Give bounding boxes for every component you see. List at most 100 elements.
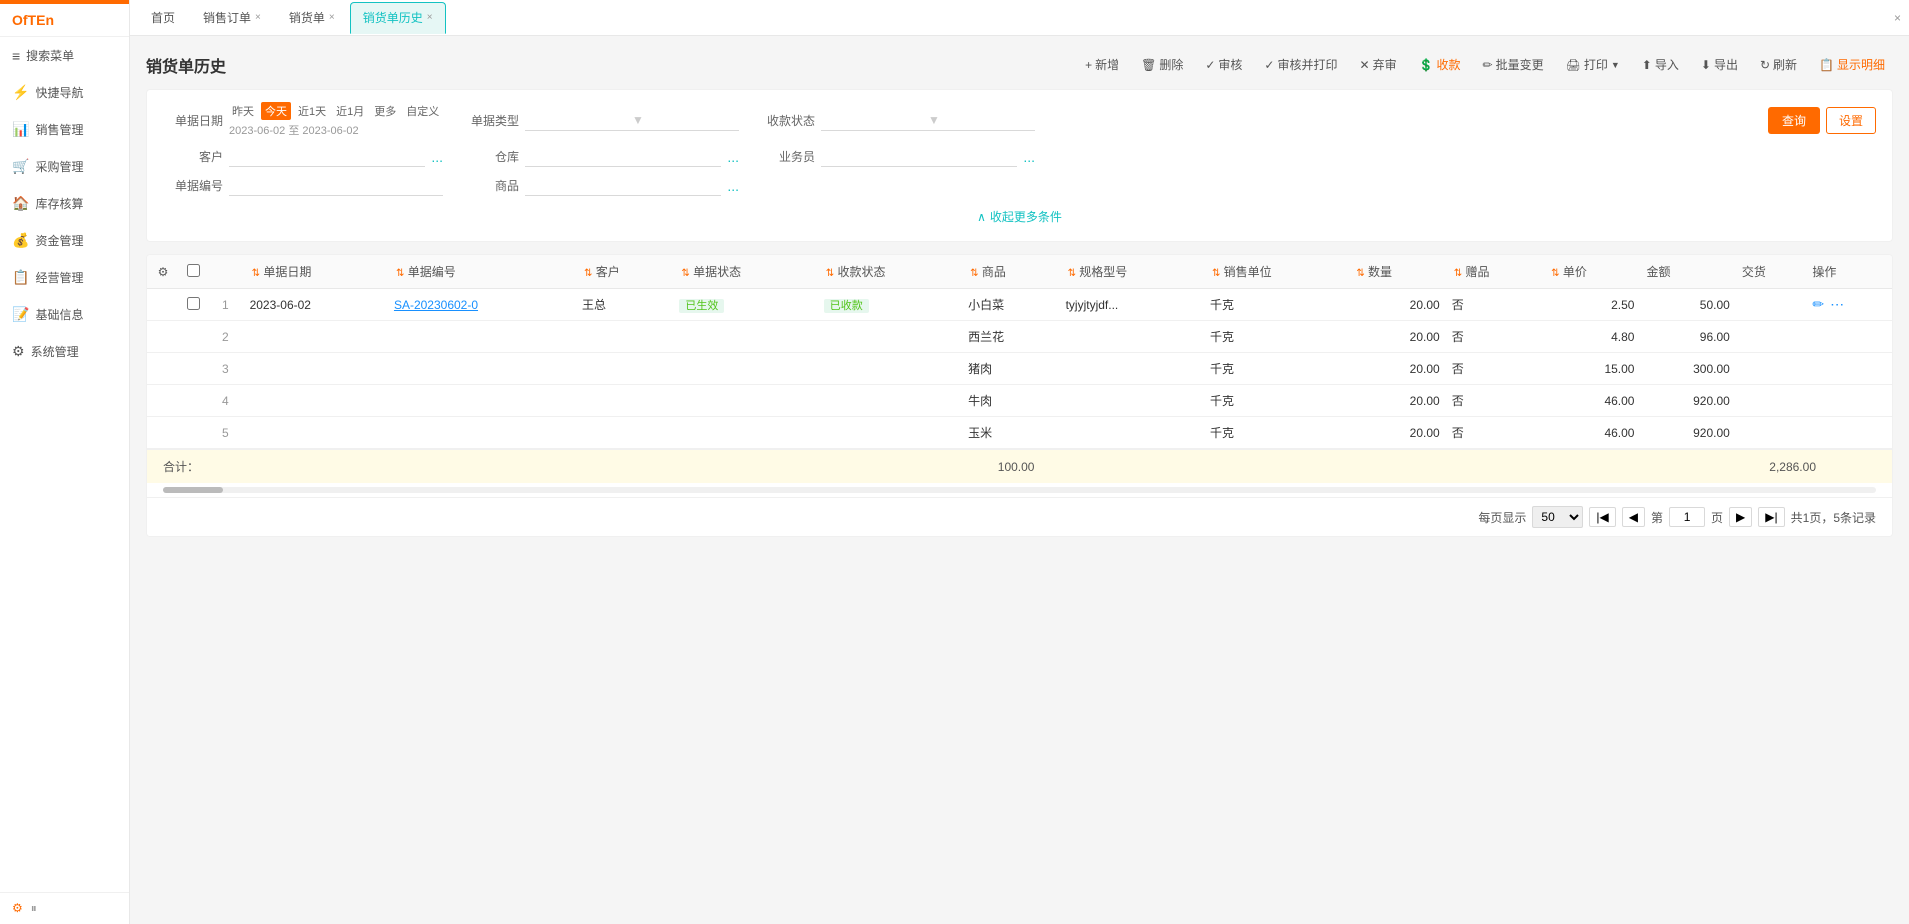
page-input[interactable] bbox=[1669, 507, 1705, 527]
th-spec[interactable]: ⇅ 规格型号 bbox=[1060, 255, 1204, 289]
sidebar-bottom-icon1[interactable]: ⚙ bbox=[12, 901, 23, 916]
last-page-button[interactable]: ▶| bbox=[1758, 507, 1784, 527]
td-collect-status bbox=[818, 353, 962, 385]
customer-dots[interactable]: ... bbox=[431, 149, 443, 165]
customer-input[interactable] bbox=[229, 146, 425, 167]
td-check[interactable] bbox=[179, 417, 207, 449]
import-button[interactable]: ⬆ 导入 bbox=[1634, 52, 1687, 77]
td-check[interactable] bbox=[179, 353, 207, 385]
th-price[interactable]: ⇅ 单价 bbox=[1543, 255, 1640, 289]
next-page-button[interactable]: ▶ bbox=[1729, 507, 1752, 527]
td-amount: 300.00 bbox=[1640, 353, 1735, 385]
add-button[interactable]: + 新增 bbox=[1077, 52, 1127, 77]
edit-icon[interactable]: ✏ bbox=[1812, 296, 1824, 313]
collapse-button[interactable]: ∧ 收起更多条件 bbox=[163, 204, 1876, 229]
th-doc-status[interactable]: ⇅ 单据状态 bbox=[673, 255, 817, 289]
tab-sales-goods-close[interactable]: × bbox=[329, 12, 335, 23]
quick-nav-icon: ⚡ bbox=[12, 84, 29, 101]
th-customer[interactable]: ⇅ 客户 bbox=[576, 255, 673, 289]
td-collect-status bbox=[818, 417, 962, 449]
doc-no-link[interactable]: SA-20230602-0 bbox=[394, 298, 478, 312]
th-doc-no[interactable]: ⇅ 单据编号 bbox=[388, 255, 576, 289]
search-menu-icon: ≡ bbox=[12, 48, 20, 64]
tab-sales-order[interactable]: 销售订单 × bbox=[190, 2, 274, 34]
sidebar-item-funds[interactable]: 💰 资金管理 bbox=[0, 222, 129, 259]
th-price-sort-icon: ⇅ bbox=[1551, 268, 1559, 279]
td-row-no: 2 bbox=[207, 321, 244, 353]
setting-button[interactable]: 设置 bbox=[1826, 107, 1876, 134]
td-check[interactable] bbox=[179, 289, 207, 321]
first-page-button[interactable]: |◀ bbox=[1589, 507, 1615, 527]
sidebar-item-sys-mgmt[interactable]: ⚙ 系统管理 bbox=[0, 333, 129, 370]
tab-sales-order-close[interactable]: × bbox=[255, 12, 261, 23]
shortcut-more[interactable]: 更多 bbox=[371, 102, 399, 120]
shortcut-last7[interactable]: 近1天 bbox=[295, 102, 329, 120]
td-check[interactable] bbox=[179, 321, 207, 353]
sidebar-item-basic-info[interactable]: 📝 基础信息 bbox=[0, 296, 129, 333]
total-qty: 100.00 bbox=[263, 460, 1769, 474]
scrollbar-track[interactable] bbox=[163, 487, 1876, 493]
print-button[interactable]: 🖨 打印 ▼ bbox=[1558, 52, 1628, 77]
sidebar-item-inventory[interactable]: 🏠 库存核算 bbox=[0, 185, 129, 222]
tab-sales-goods[interactable]: 销货单 × bbox=[276, 2, 348, 34]
more-icon[interactable]: ⋯ bbox=[1830, 296, 1844, 313]
query-button[interactable]: 查询 bbox=[1768, 107, 1820, 134]
goods-dots[interactable]: ... bbox=[727, 178, 739, 194]
doc-type-select[interactable]: ▼ bbox=[525, 110, 739, 131]
th-goods[interactable]: ⇅ 商品 bbox=[962, 255, 1059, 289]
delete-button[interactable]: 🗑 删除 bbox=[1133, 52, 1191, 77]
warehouse-dots[interactable]: ... bbox=[727, 149, 739, 165]
select-all-checkbox[interactable] bbox=[187, 264, 200, 277]
td-doc-date bbox=[244, 321, 388, 353]
tab-home[interactable]: 首页 bbox=[138, 2, 188, 34]
th-unit[interactable]: ⇅ 销售单位 bbox=[1204, 255, 1348, 289]
sidebar-item-ops[interactable]: 📋 经营管理 bbox=[0, 259, 129, 296]
tab-sales-history[interactable]: 销货单历史 × bbox=[350, 2, 446, 34]
audit-button[interactable]: ✓ 审核 bbox=[1197, 52, 1250, 77]
td-check[interactable] bbox=[179, 385, 207, 417]
td-config bbox=[147, 289, 179, 321]
sidebar-item-quick-nav[interactable]: ⚡ 快捷导航 bbox=[0, 74, 129, 111]
refresh-button[interactable]: ↻ 刷新 bbox=[1752, 52, 1805, 77]
td-doc-date: 2023-06-02 bbox=[244, 289, 388, 321]
sidebar-item-search-menu[interactable]: ≡ 搜索菜单 bbox=[0, 37, 129, 74]
row-checkbox[interactable] bbox=[187, 297, 200, 310]
th-collect-status[interactable]: ⇅ 收款状态 bbox=[818, 255, 962, 289]
show-detail-button[interactable]: 📋 显示明细 bbox=[1811, 52, 1893, 77]
collect-status-select[interactable]: ▼ bbox=[821, 110, 1035, 131]
th-customer-sort-icon: ⇅ bbox=[584, 268, 592, 279]
th-doc-no-sort-icon: ⇅ bbox=[396, 268, 404, 279]
shortcut-custom[interactable]: 自定义 bbox=[403, 102, 442, 120]
discard-button[interactable]: ✕ 弃审 bbox=[1352, 52, 1405, 77]
sidebar-bottom-icon2[interactable]: ⏸ bbox=[31, 901, 37, 916]
th-doc-status-sort-icon: ⇅ bbox=[681, 268, 689, 279]
batch-change-button[interactable]: ✏ 批量变更 bbox=[1475, 52, 1552, 77]
th-config[interactable]: ⚙ bbox=[147, 255, 179, 289]
shortcut-last1m[interactable]: 近1月 bbox=[333, 102, 367, 120]
doc-no-input[interactable] bbox=[229, 175, 443, 196]
td-doc-date bbox=[244, 385, 388, 417]
shortcut-today[interactable]: 今天 bbox=[261, 102, 291, 120]
shortcut-yesterday[interactable]: 昨天 bbox=[229, 102, 257, 120]
th-gift[interactable]: ⇅ 赠品 bbox=[1446, 255, 1543, 289]
staff-input[interactable] bbox=[821, 146, 1017, 167]
prev-page-button[interactable]: ◀ bbox=[1622, 507, 1645, 527]
sidebar-item-purchase-mgmt[interactable]: 🛒 采购管理 bbox=[0, 148, 129, 185]
sidebar-item-sales-mgmt[interactable]: 📊 销售管理 bbox=[0, 111, 129, 148]
collect-button[interactable]: 💲 收款 bbox=[1411, 52, 1469, 77]
export-button[interactable]: ⬇ 导出 bbox=[1693, 52, 1746, 77]
td-doc-status bbox=[673, 321, 817, 353]
warehouse-input[interactable] bbox=[525, 146, 721, 167]
audit-print-button[interactable]: ✓ 审核并打印 bbox=[1256, 52, 1345, 77]
print-dropdown-icon: ▼ bbox=[1611, 60, 1620, 70]
tab-sales-history-close[interactable]: × bbox=[427, 12, 433, 23]
add-label: 新增 bbox=[1095, 56, 1119, 73]
window-close-icon[interactable]: × bbox=[1894, 11, 1901, 25]
th-check[interactable] bbox=[179, 255, 207, 289]
per-page-select[interactable]: 50 100 200 bbox=[1532, 506, 1583, 528]
scrollbar-thumb[interactable] bbox=[163, 487, 223, 493]
staff-dots[interactable]: ... bbox=[1023, 149, 1035, 165]
th-qty[interactable]: ⇅ 数量 bbox=[1348, 255, 1445, 289]
th-doc-date[interactable]: ⇅ 单据日期 bbox=[244, 255, 388, 289]
goods-input[interactable] bbox=[525, 175, 721, 196]
